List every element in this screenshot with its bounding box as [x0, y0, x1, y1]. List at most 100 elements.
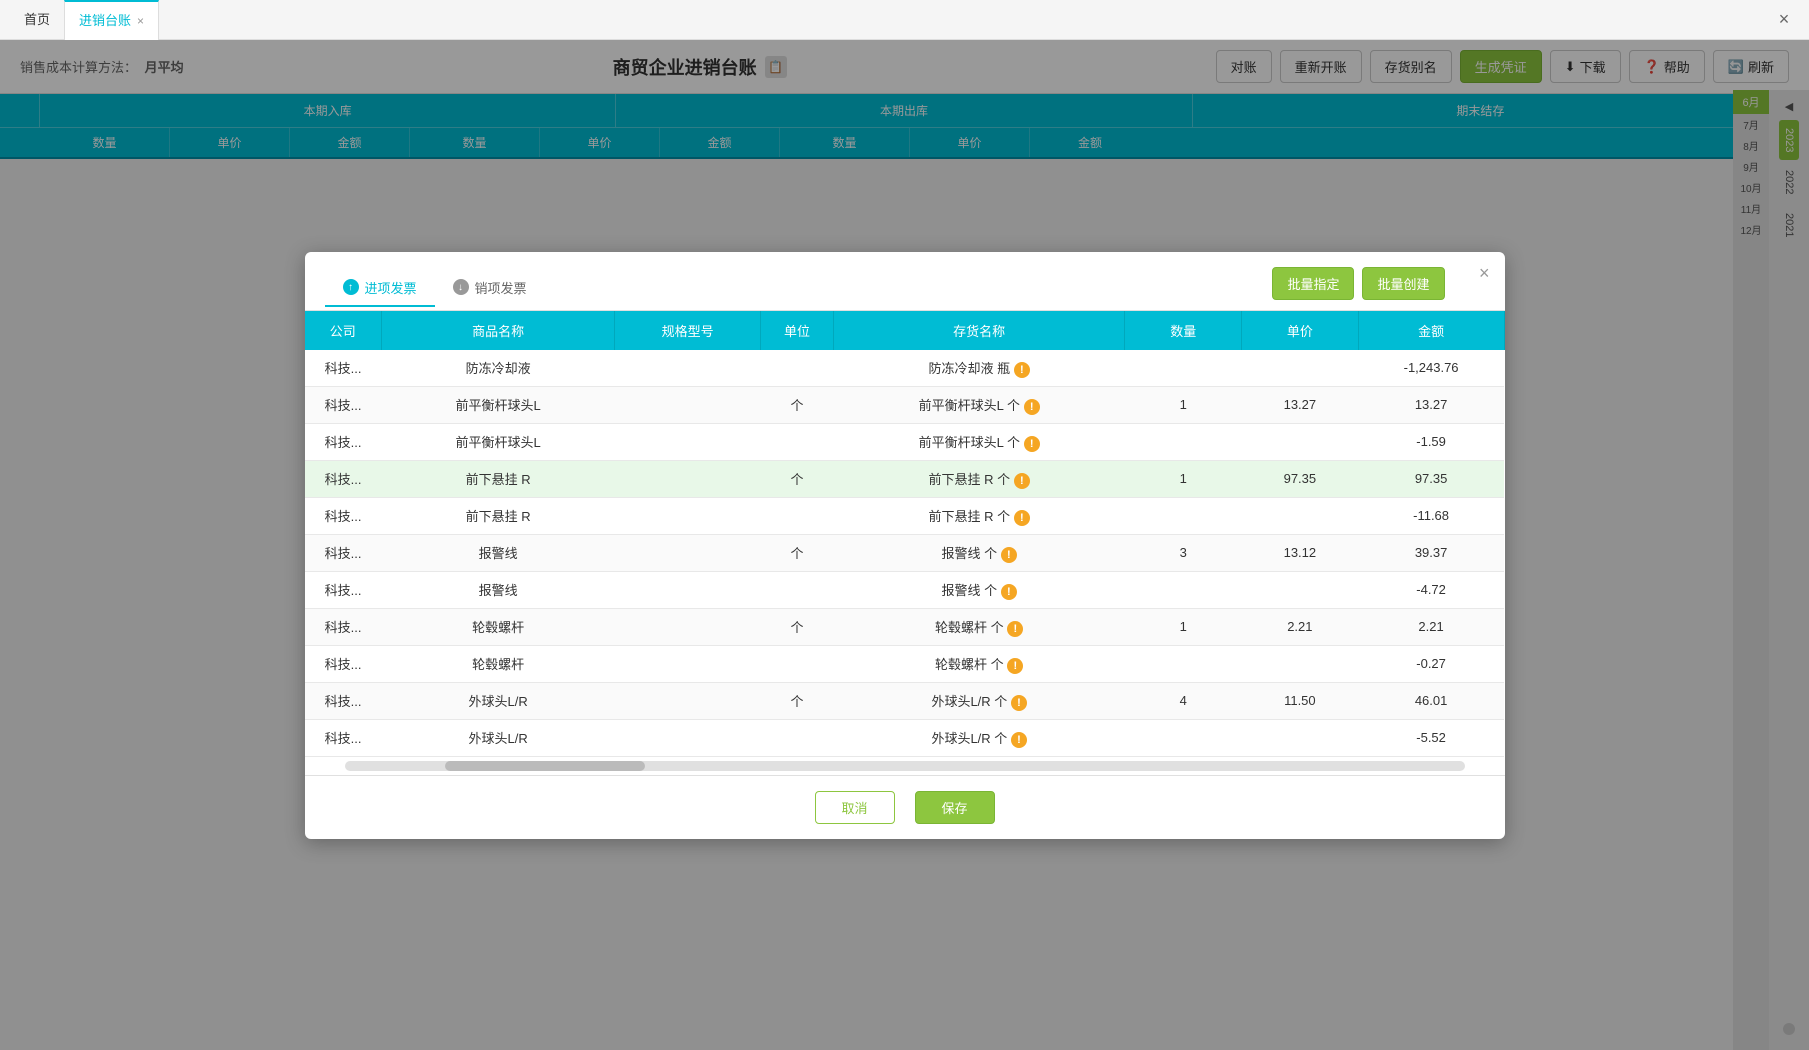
cell-quantity [1125, 497, 1242, 534]
home-tab[interactable]: 首页 [10, 0, 64, 40]
cell-unit-price: 11.50 [1242, 682, 1359, 719]
modal-header-buttons: 批量指定 批量创建 [1272, 267, 1484, 310]
cell-unit-price [1242, 719, 1359, 756]
tab-purchase-invoice[interactable]: ↑ 进项发票 [325, 270, 435, 307]
cancel-button[interactable]: 取消 [815, 791, 895, 824]
warning-icon: ! [1001, 584, 1017, 600]
cell-company: 科技... [305, 534, 382, 571]
cell-spec [615, 423, 761, 460]
warning-icon: ! [1007, 621, 1023, 637]
invoice-table: 公司 商品名称 规格型号 单位 存货名称 数量 单价 金额 科技... [305, 311, 1505, 757]
modal-overlay: ↑ 进项发票 ↓ 销项发票 批量指定 批量创建 × [0, 40, 1809, 1050]
cell-quantity [1125, 719, 1242, 756]
cell-amount: -0.27 [1358, 645, 1504, 682]
cell-product-name: 前平衡杆球头L [382, 386, 615, 423]
cell-quantity [1125, 571, 1242, 608]
cell-product-name: 报警线 [382, 571, 615, 608]
tab-sales-invoice[interactable]: ↓ 销项发票 [435, 270, 545, 307]
invoice-modal: ↑ 进项发票 ↓ 销项发票 批量指定 批量创建 × [305, 252, 1505, 839]
inventory-name-text: 前平衡杆球头L 个 [919, 398, 1020, 413]
col-unit-price: 单价 [1242, 311, 1359, 350]
purchase-tab-icon: ↑ [343, 279, 359, 295]
cell-unit: 个 [761, 608, 834, 645]
table-row: 科技...前平衡杆球头L个前平衡杆球头L 个 !113.2713.27 [305, 386, 1505, 423]
cell-unit-price: 2.21 [1242, 608, 1359, 645]
cell-product-name: 外球头L/R [382, 719, 615, 756]
cell-unit: 个 [761, 534, 834, 571]
cell-amount: -4.72 [1358, 571, 1504, 608]
cell-company: 科技... [305, 719, 382, 756]
cell-unit-price [1242, 645, 1359, 682]
inventory-name-text: 前平衡杆球头L 个 [919, 435, 1020, 450]
cell-unit: 个 [761, 682, 834, 719]
cell-company: 科技... [305, 682, 382, 719]
cell-inventory: 前平衡杆球头L 个 ! [833, 423, 1125, 460]
sales-tab-icon: ↓ [453, 279, 469, 295]
inventory-name-text: 报警线 个 [942, 546, 998, 561]
cell-inventory: 前下悬挂 R 个 ! [833, 497, 1125, 534]
cell-unit [761, 350, 834, 387]
cell-inventory: 轮毂螺杆 个 ! [833, 608, 1125, 645]
cell-unit-price [1242, 571, 1359, 608]
cell-amount: -1.59 [1358, 423, 1504, 460]
cell-company: 科技... [305, 423, 382, 460]
horizontal-scrollbar[interactable] [345, 761, 1465, 771]
cell-amount: 46.01 [1358, 682, 1504, 719]
cell-spec [615, 497, 761, 534]
modal-tabs: ↑ 进项发票 ↓ 销项发票 [325, 270, 545, 307]
modal-close-button[interactable]: × [1479, 264, 1490, 282]
cell-inventory: 外球头L/R 个 ! [833, 682, 1125, 719]
table-row: 科技...前下悬挂 R前下悬挂 R 个 !-11.68 [305, 497, 1505, 534]
cell-unit [761, 719, 834, 756]
col-inventory-name: 存货名称 [833, 311, 1125, 350]
cell-company: 科技... [305, 608, 382, 645]
table-row: 科技...前下悬挂 R个前下悬挂 R 个 !197.3597.35 [305, 460, 1505, 497]
cell-inventory: 外球头L/R 个 ! [833, 719, 1125, 756]
warning-icon: ! [1014, 473, 1030, 489]
cell-product-name: 轮毂螺杆 [382, 645, 615, 682]
inventory-name-text: 前下悬挂 R 个 [929, 509, 1011, 524]
cell-unit [761, 571, 834, 608]
cell-inventory: 前下悬挂 R 个 ! [833, 460, 1125, 497]
cell-spec [615, 645, 761, 682]
cell-spec [615, 534, 761, 571]
modal-table-scroll[interactable]: 公司 商品名称 规格型号 单位 存货名称 数量 单价 金额 科技... [305, 311, 1505, 757]
table-row: 科技...外球头L/R外球头L/R 个 !-5.52 [305, 719, 1505, 756]
save-button[interactable]: 保存 [915, 791, 995, 824]
modal-body: 公司 商品名称 规格型号 单位 存货名称 数量 单价 金额 科技... [305, 311, 1505, 775]
main-area: 销售成本计算方法： 月平均 商贸企业进销台账 📋 对账 重新开账 存货别名 生成… [0, 40, 1809, 1050]
col-company: 公司 [305, 311, 382, 350]
window-close-button[interactable]: × [1769, 5, 1799, 35]
inventory-name-text: 轮毂螺杆 个 [935, 657, 1004, 672]
cell-unit-price: 13.27 [1242, 386, 1359, 423]
inventory-name-text: 报警线 个 [942, 583, 998, 598]
scrollbar-thumb[interactable] [445, 761, 645, 771]
cell-unit: 个 [761, 386, 834, 423]
cell-unit-price [1242, 350, 1359, 387]
cell-quantity [1125, 350, 1242, 387]
active-tab[interactable]: 进销台账 × [64, 0, 159, 40]
table-row: 科技...报警线报警线 个 !-4.72 [305, 571, 1505, 608]
cell-spec [615, 386, 761, 423]
cell-product-name: 前平衡杆球头L [382, 423, 615, 460]
cell-unit: 个 [761, 460, 834, 497]
col-quantity: 数量 [1125, 311, 1242, 350]
table-row: 科技...报警线个报警线 个 !313.1239.37 [305, 534, 1505, 571]
cell-company: 科技... [305, 645, 382, 682]
batch-create-button[interactable]: 批量创建 [1362, 267, 1444, 300]
cell-unit [761, 423, 834, 460]
cell-unit-price: 13.12 [1242, 534, 1359, 571]
cell-spec [615, 571, 761, 608]
cell-company: 科技... [305, 386, 382, 423]
cell-company: 科技... [305, 350, 382, 387]
col-product-name: 商品名称 [382, 311, 615, 350]
cell-spec [615, 460, 761, 497]
cell-quantity: 1 [1125, 386, 1242, 423]
col-spec: 规格型号 [615, 311, 761, 350]
tab-close-icon[interactable]: × [137, 1, 144, 41]
table-row: 科技...前平衡杆球头L 前平衡杆球头L 个 ! -1.59 [305, 423, 1505, 460]
cell-product-name: 外球头L/R [382, 682, 615, 719]
cell-spec [615, 350, 761, 387]
top-bar: 首页 进销台账 × × [0, 0, 1809, 40]
batch-assign-button[interactable]: 批量指定 [1272, 267, 1354, 300]
